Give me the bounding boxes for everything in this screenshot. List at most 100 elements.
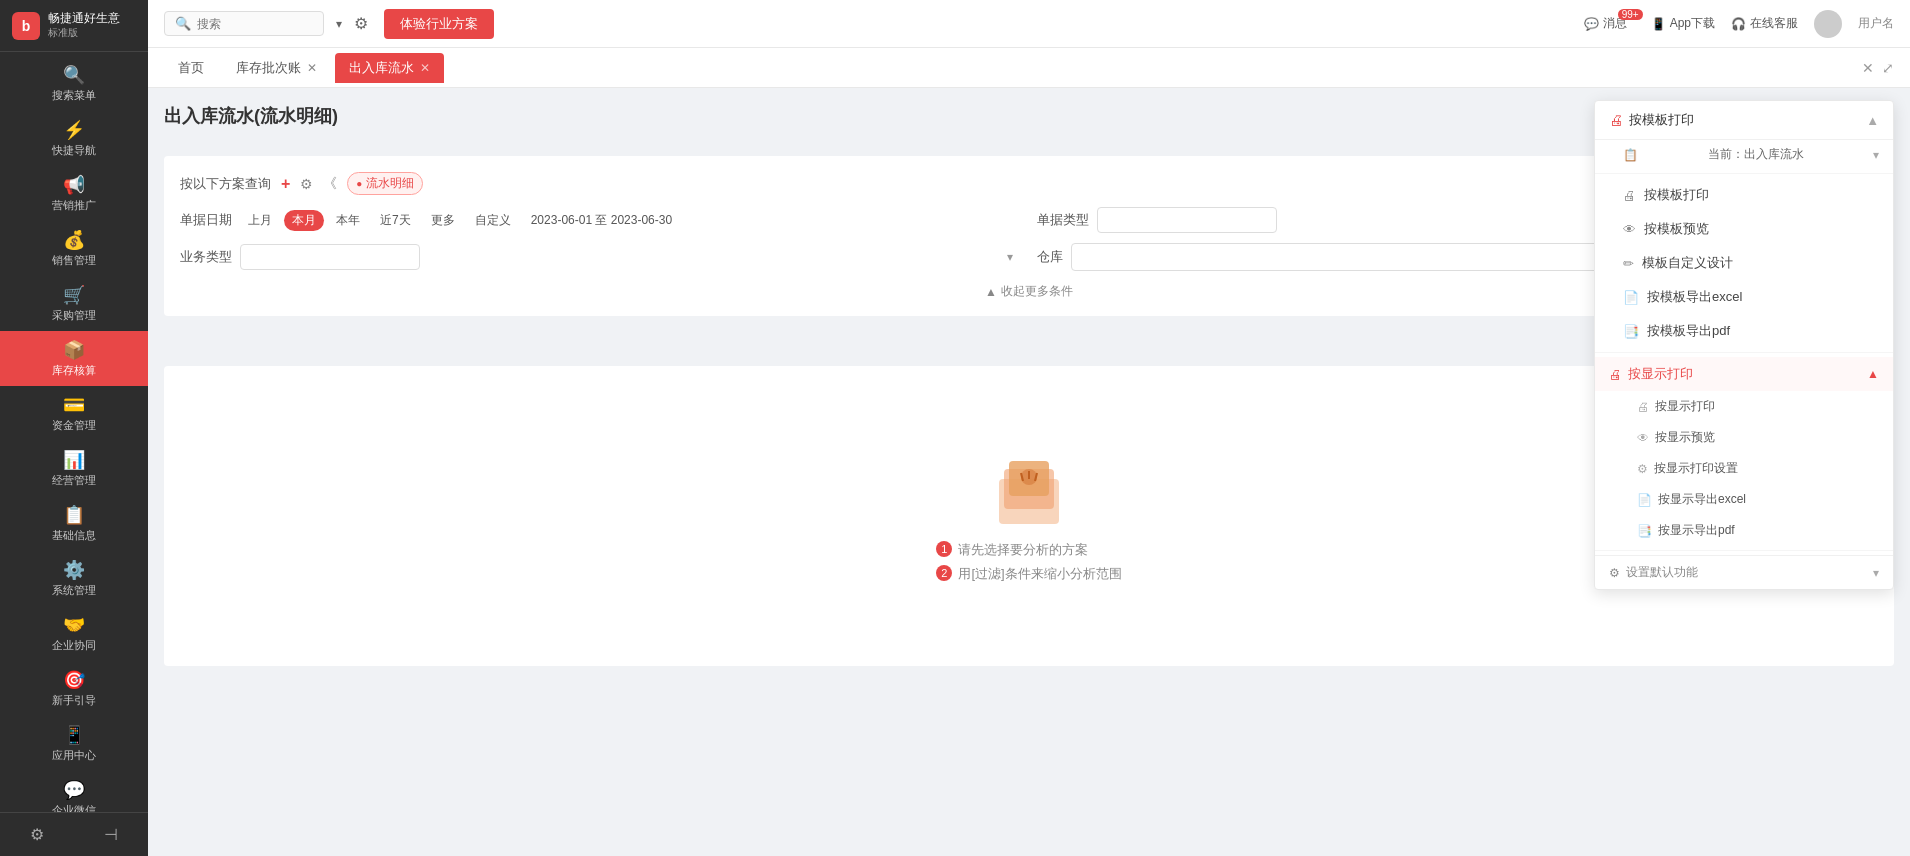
industry-btn[interactable]: 体验行业方案 (384, 9, 494, 39)
empty-tips: 1 请先选择要分析的方案 2 用[过滤]条件来缩小分析范围 (936, 541, 1121, 583)
section-chevron-up-icon: ▲ (1867, 367, 1879, 381)
search-icon: 🔍 (175, 16, 191, 31)
footer-chevron-icon: ▾ (1873, 566, 1879, 580)
settings-default-icon: ⚙ (1609, 566, 1620, 580)
sub-label-display-pdf: 按显示导出pdf (1658, 522, 1735, 539)
date-btn-本年[interactable]: 本年 (328, 210, 368, 231)
sidebar-item-search[interactable]: 🔍搜索菜单 (0, 56, 148, 111)
sub-label-display-settings: 按显示打印设置 (1654, 460, 1738, 477)
date-field-label: 单据日期 (180, 211, 232, 229)
sidebar-settings-btn[interactable]: ⚙ (22, 821, 52, 848)
maximize-btn[interactable]: ⤢ (1882, 60, 1894, 76)
header-search-box[interactable]: 🔍 (164, 11, 324, 36)
sidebar-icon-quick-nav: ⚡ (63, 119, 85, 141)
dropdown-sub-item-display-preview[interactable]: 👁 按显示预览 (1595, 422, 1893, 453)
doctype-select[interactable] (1097, 207, 1277, 233)
dropdown-label-template-preview: 按模板预览 (1644, 220, 1709, 238)
sidebar: b 畅捷通好生意 标准版 🔍搜索菜单⚡快捷导航📢营销推广💰销售管理🛒采购管理📦库… (0, 0, 148, 856)
customer-service-btn[interactable]: 🎧 在线客服 (1731, 15, 1798, 32)
dropdown-item-template-print[interactable]: 🖨 按模板打印 (1595, 178, 1893, 212)
biztype-select[interactable] (240, 244, 420, 270)
sidebar-item-wechat[interactable]: 💬企业微信 (0, 771, 148, 812)
sidebar-toggle-btn[interactable]: ⊣ (96, 821, 126, 848)
headset-icon: 🎧 (1731, 17, 1746, 31)
date-btn-上月[interactable]: 上月 (240, 210, 280, 231)
filter-add-btn[interactable]: + (281, 175, 290, 193)
tab-batch-ledger[interactable]: 库存批次账 ✕ (222, 53, 331, 83)
filter-settings-btn[interactable]: ⚙ (300, 176, 313, 192)
dropdown-sub-item-display-pdf[interactable]: 📑 按显示导出pdf (1595, 515, 1893, 546)
sidebar-icon-search: 🔍 (63, 64, 85, 86)
print-icon-1: 🖨 (1623, 188, 1636, 203)
app-download-btn[interactable]: 📱 App下载 (1651, 15, 1715, 32)
sidebar-icon-finance: 💳 (63, 394, 85, 416)
sidebar-item-operations[interactable]: 📊经营管理 (0, 441, 148, 496)
user-avatar[interactable] (1814, 10, 1842, 38)
search-input[interactable] (197, 17, 297, 31)
filter-tag[interactable]: ● 流水明细 (347, 172, 423, 195)
sidebar-item-quick-nav[interactable]: ⚡ 快捷导航 (0, 111, 148, 166)
dropdown-arrows: ▲ (1866, 113, 1879, 128)
display-print-section-header[interactable]: 🖨 按显示打印 ▲ (1595, 357, 1893, 391)
tip-text-1: 请先选择要分析的方案 (958, 541, 1088, 559)
dropdown-current[interactable]: 📋 当前：出入库流水 ▾ (1595, 140, 1893, 169)
dropdown-item-template-pdf[interactable]: 📑 按模板导出pdf (1595, 314, 1893, 348)
phone-icon: 📱 (1651, 17, 1666, 31)
user-name: 用户名 (1858, 15, 1894, 32)
tabs-bar: 首页库存批次账 ✕ 出入库流水 ✕ ✕ ⤢ (148, 48, 1910, 88)
date-btn-自定义[interactable]: 自定义 (467, 210, 519, 231)
tab-label-batch-ledger: 库存批次账 (236, 59, 301, 77)
gear-icon[interactable]: ⚙ (354, 14, 368, 33)
preview-icon-1: 👁 (1623, 222, 1636, 237)
date-btn-近7天[interactable]: 近7天 (372, 210, 419, 231)
tab-home[interactable]: 首页 (164, 53, 218, 83)
message-btn[interactable]: 💬 消息 99+ (1584, 15, 1635, 32)
header-dropdown[interactable]: ▾ (336, 17, 342, 31)
dropdown-item-template-preview[interactable]: 👁 按模板预览 (1595, 212, 1893, 246)
sidebar-item-guide[interactable]: 🎯新手引导 (0, 661, 148, 716)
biztype-chevron-icon: ▾ (1007, 250, 1013, 264)
dropdown-sub-item-display-settings[interactable]: ⚙ 按显示打印设置 (1595, 453, 1893, 484)
filter-tag-label: 流水明细 (366, 175, 414, 192)
empty-tip-2: 2 用[过滤]条件来缩小分析范围 (936, 565, 1121, 583)
sidebar-item-system[interactable]: ⚙️系统管理 (0, 551, 148, 606)
date-btn-本月[interactable]: 本月 (284, 210, 324, 231)
dropdown-item-template-excel[interactable]: 📄 按模板导出excel (1595, 280, 1893, 314)
dropdown-item-template-design[interactable]: ✏ 模板自定义设计 (1595, 246, 1893, 280)
dropdown-sub-item-display-print[interactable]: 🖨 按显示打印 (1595, 391, 1893, 422)
sidebar-item-basic-info[interactable]: 📋基础信息 (0, 496, 148, 551)
empty-tip-1: 1 请先选择要分析的方案 (936, 541, 1121, 559)
sidebar-item-cooperation[interactable]: 🤝企业协同 (0, 606, 148, 661)
sidebar-item-app-center[interactable]: 📱应用中心 (0, 716, 148, 771)
tab-close-batch-ledger[interactable]: ✕ (307, 61, 317, 75)
current-chevron-icon: ▾ (1873, 148, 1879, 162)
dropdown-footer[interactable]: ⚙ 设置默认功能 ▾ (1595, 555, 1893, 589)
date-btn-更多[interactable]: 更多 (423, 210, 463, 231)
biztype-select-wrap: ▾ (240, 244, 1021, 270)
chevron-up-icon2: ▲ (1866, 113, 1879, 128)
tab-label-inout-flow: 出入库流水 (349, 59, 414, 77)
current-icon: 📋 (1623, 148, 1638, 162)
dropdown-title-label: 按模板打印 (1629, 111, 1694, 129)
excel-icon-1: 📄 (1623, 290, 1639, 305)
sidebar-label-quick-nav: 快捷导航 (52, 143, 96, 158)
sidebar-item-marketing[interactable]: 📢营销推广 (0, 166, 148, 221)
sidebar-label-marketing: 营销推广 (52, 198, 96, 213)
date-range-display: 2023-06-01 至 2023-06-30 (531, 212, 672, 229)
tab-inout-flow[interactable]: 出入库流水 ✕ (335, 53, 444, 83)
dropdown-sub-item-display-excel[interactable]: 📄 按显示导出excel (1595, 484, 1893, 515)
sidebar-item-finance[interactable]: 💳资金管理 (0, 386, 148, 441)
sidebar-nav: 🔍搜索菜单 ⚡ 快捷导航 📢营销推广💰销售管理🛒采购管理📦库存核算💳资金管理📊经营管理… (0, 52, 148, 812)
sub-settings-icon: ⚙ (1637, 462, 1648, 476)
settings-default-label: 设置默认功能 (1626, 564, 1698, 581)
sidebar-item-sales[interactable]: 💰销售管理 (0, 221, 148, 276)
filter-collapse-btn[interactable]: 《 (323, 175, 337, 193)
sidebar-icon-sales: 💰 (63, 229, 85, 251)
sidebar-item-inventory[interactable]: 📦库存核算 (0, 331, 148, 386)
chevron-down-icon: ▾ (336, 17, 342, 31)
message-badge: 99+ (1618, 9, 1643, 20)
close-window-btn[interactable]: ✕ (1862, 60, 1874, 76)
sub-label-display-preview: 按显示预览 (1655, 429, 1715, 446)
sidebar-item-purchase[interactable]: 🛒采购管理 (0, 276, 148, 331)
tab-close-inout-flow[interactable]: ✕ (420, 61, 430, 75)
